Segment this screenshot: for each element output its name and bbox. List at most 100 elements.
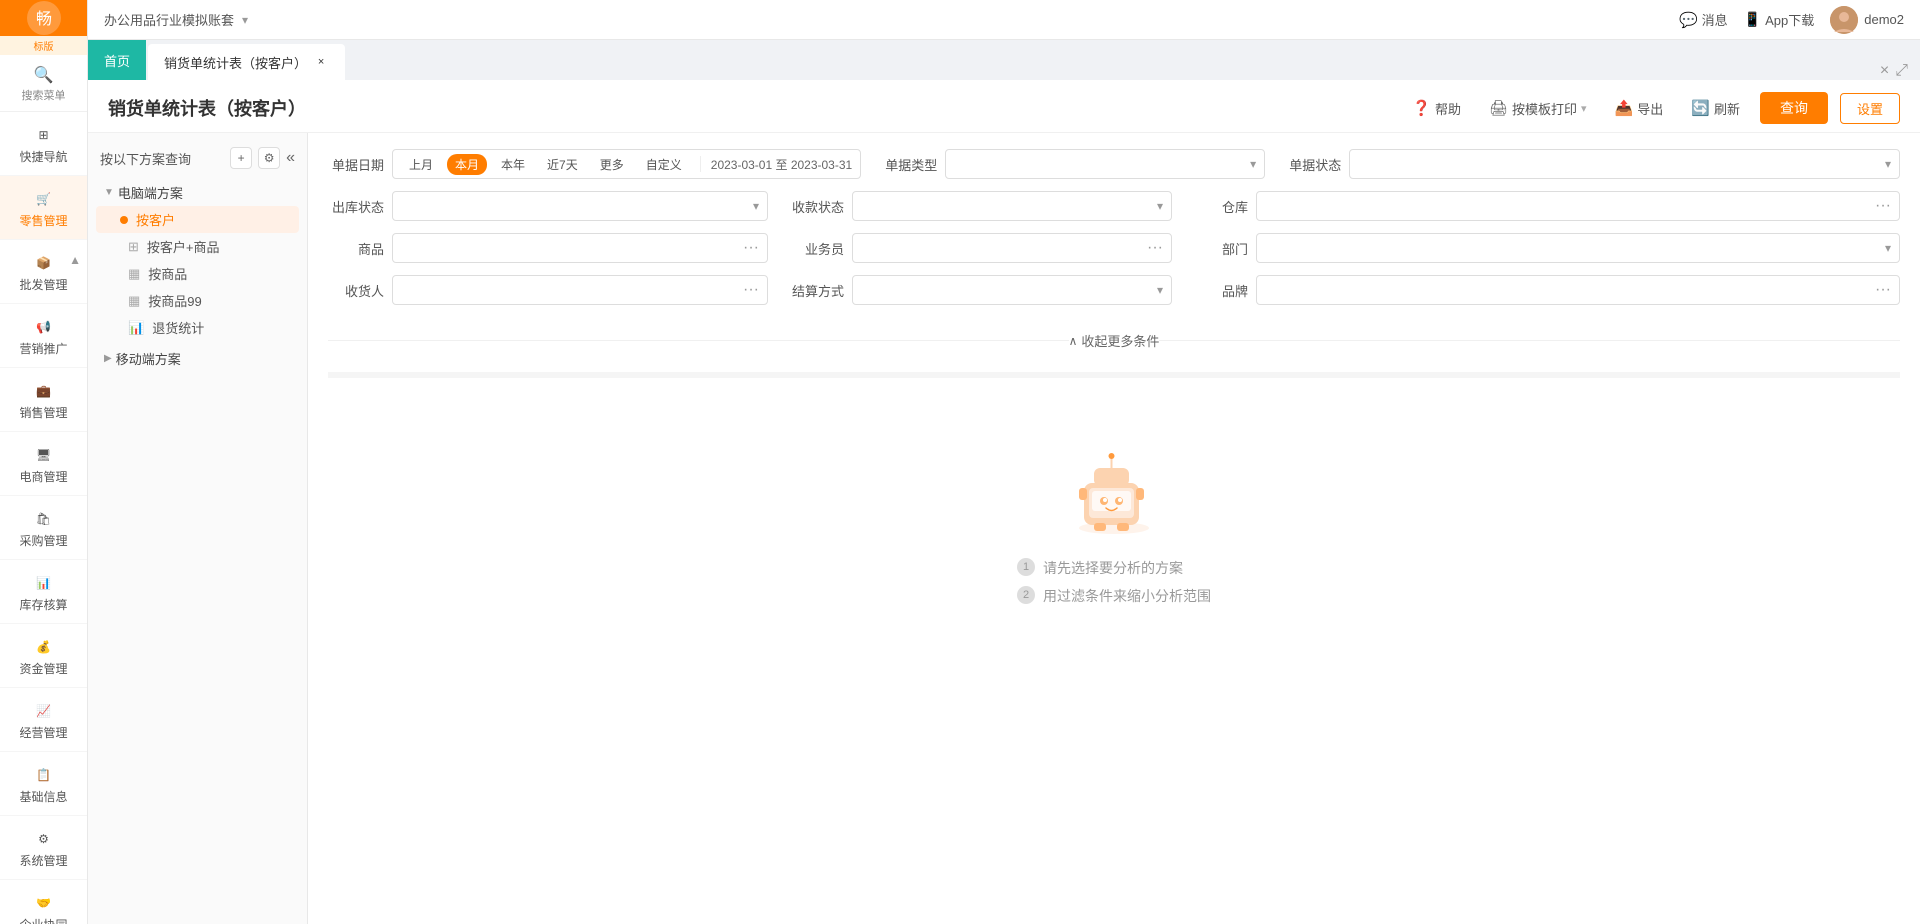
panel-title: 按以下方案查询 xyxy=(100,149,191,168)
collapse-arrow-icon: ▶ xyxy=(104,353,112,364)
marketing-icon: 📢 xyxy=(34,317,54,337)
panel-collapse-button[interactable]: « xyxy=(286,149,295,167)
message-action[interactable]: 💬 消息 xyxy=(1679,10,1728,29)
sidebar-item-label: 系统管理 xyxy=(19,852,67,869)
date-more[interactable]: 更多 xyxy=(592,154,632,175)
sidebar-item-retail[interactable]: 🛒 零售管理 xyxy=(0,176,87,240)
username-label: demo2 xyxy=(1864,12,1904,27)
order-type-label: 单据类型 xyxy=(881,155,937,174)
export-label: 导出 xyxy=(1637,99,1663,118)
page-content: 销货单统计表（按客户） ❓ 帮助 🖨 按模板打印 ▾ 📤 导出 🔄 刷新 xyxy=(88,80,1920,924)
avatar-img xyxy=(1830,6,1858,34)
product-more-icon[interactable]: ··· xyxy=(743,239,759,257)
sidebar-item-purchase[interactable]: 🛍 采购管理 xyxy=(0,496,87,560)
date-prev-month[interactable]: 上月 xyxy=(401,154,441,175)
order-status-control[interactable]: ▾ xyxy=(1349,149,1900,179)
date-range-text: 2023-03-01 至 2023-03-31 xyxy=(711,156,852,173)
warehouse-more-icon[interactable]: ··· xyxy=(1875,197,1891,215)
user-menu[interactable]: demo2 xyxy=(1830,6,1904,34)
sidebar-item-operations[interactable]: 📈 经营管理 xyxy=(0,688,87,752)
tree-item-by-product-99[interactable]: ▦ 按商品99 xyxy=(96,287,299,314)
department-label: 部门 xyxy=(1192,239,1248,258)
sidebar-item-basic[interactable]: 📋 基础信息 xyxy=(0,752,87,816)
sidebar-item-finance[interactable]: 💰 资金管理 xyxy=(0,624,87,688)
date-last-7-days[interactable]: 近7天 xyxy=(539,154,586,175)
download-icon: 📱 xyxy=(1744,11,1761,28)
app-sublabel: 标版 xyxy=(0,36,87,55)
tree-item-label: 按商品99 xyxy=(148,291,201,310)
tab-home[interactable]: 首页 xyxy=(88,40,146,80)
sidebar-item-quick-nav[interactable]: ⊞ 快捷导航 xyxy=(0,112,87,176)
date-filter-control[interactable]: 上月 本月 本年 近7天 更多 自定义 2023-03-01 至 2023-03… xyxy=(392,149,861,179)
header-dropdown-icon[interactable]: ▾ xyxy=(242,13,248,27)
tab-maximize[interactable]: ⤢ xyxy=(1895,62,1908,80)
sidebar-item-inventory[interactable]: 📊 库存核算 xyxy=(0,560,87,624)
warehouse-control[interactable]: ··· xyxy=(1256,191,1900,221)
collapse-chevron-up-icon: ∧ xyxy=(1069,334,1078,348)
tree-item-label: 按客户+商品 xyxy=(147,237,220,256)
receiver-control[interactable]: ··· xyxy=(392,275,768,305)
sidebar-item-label: 快捷导航 xyxy=(19,148,67,165)
avatar xyxy=(1830,6,1858,34)
date-filter-label: 单据日期 xyxy=(328,155,384,174)
product-control[interactable]: ··· xyxy=(392,233,768,263)
sidebar-item-sales[interactable]: 💼 销售管理 xyxy=(0,368,87,432)
tab-controls: × ⤢ xyxy=(1868,62,1920,80)
department-control[interactable]: ▾ xyxy=(1256,233,1900,263)
tab-close-button[interactable]: × xyxy=(313,54,329,70)
refresh-button[interactable]: 🔄 刷新 xyxy=(1683,95,1748,122)
date-this-year[interactable]: 本年 xyxy=(493,154,533,175)
tab-close-all[interactable]: × xyxy=(1880,62,1889,80)
sidebar-item-cooperation[interactable]: 🤝 企业协同 xyxy=(0,880,87,924)
sidebar-item-system[interactable]: ⚙ 系统管理 xyxy=(0,816,87,880)
date-this-month[interactable]: 本月 xyxy=(447,154,487,175)
collapse-button[interactable]: ∧ 收起更多条件 xyxy=(1069,323,1160,358)
date-custom[interactable]: 自定义 xyxy=(638,154,690,175)
settlement-control[interactable]: ▾ xyxy=(852,275,1172,305)
scheme-settings-button[interactable]: ⚙ xyxy=(258,147,280,169)
shipping-control[interactable]: ▾ xyxy=(392,191,768,221)
tree-group-mobile[interactable]: ▶ 移动端方案 xyxy=(96,345,299,372)
brand-control[interactable]: ··· xyxy=(1256,275,1900,305)
help-button[interactable]: ❓ 帮助 xyxy=(1404,95,1469,122)
sidebar-item-ecommerce[interactable]: 🖥 电商管理 xyxy=(0,432,87,496)
divider-left xyxy=(328,340,1069,341)
filter-row-2: 出库状态 ▾ 收款状态 ▾ xyxy=(328,191,1900,221)
sidebar: 畅 标版 🔍 搜索菜单 ⊞ 快捷导航 🛒 零售管理 📦 批发管理 ▲ 📢 营销推… xyxy=(0,0,88,924)
sidebar-item-label: 营销推广 xyxy=(19,340,67,357)
inventory-icon: 📊 xyxy=(34,573,54,593)
search-menu[interactable]: 🔍 搜索菜单 xyxy=(0,55,87,112)
receiver-more-icon[interactable]: ··· xyxy=(743,281,759,299)
tab-bar: 首页 销货单统计表（按客户） × × ⤢ xyxy=(88,40,1920,80)
print-button[interactable]: 🖨 按模板打印 ▾ xyxy=(1481,95,1595,122)
table-icon: ▦ xyxy=(128,266,140,282)
empty-state: 1 请先选择要分析的方案 2 用过滤条件来缩小分析范围 xyxy=(328,378,1900,666)
header-right: 💬 消息 📱 App下载 demo2 xyxy=(1679,6,1904,34)
tree-item-by-customer-product[interactable]: ⊞ 按客户+商品 xyxy=(96,233,299,260)
tree-item-return-stats[interactable]: 📊 退货统计 xyxy=(96,314,299,341)
app-download-action[interactable]: 📱 App下载 xyxy=(1744,10,1815,29)
expand-arrow-icon: ▼ xyxy=(104,187,114,198)
tree-item-by-product[interactable]: ▦ 按商品 xyxy=(96,260,299,287)
tree-item-by-customer[interactable]: 按客户 xyxy=(96,206,299,233)
payment-control[interactable]: ▾ xyxy=(852,191,1172,221)
home-tab-label: 首页 xyxy=(104,51,130,70)
settings-button[interactable]: 设置 xyxy=(1840,93,1900,124)
salesperson-more-icon[interactable]: ··· xyxy=(1147,239,1163,257)
tree-group-desktop[interactable]: ▼ 电脑端方案 xyxy=(96,179,299,206)
order-type-control[interactable]: ▾ xyxy=(945,149,1265,179)
add-scheme-button[interactable]: + xyxy=(230,147,252,169)
filter-salesperson: 业务员 ··· xyxy=(788,233,1172,263)
sidebar-item-wholesale[interactable]: 📦 批发管理 ▲ xyxy=(0,240,87,304)
tab-active[interactable]: 销货单统计表（按客户） × xyxy=(148,44,345,80)
department-chevron-icon: ▾ xyxy=(1885,241,1891,255)
brand-more-icon[interactable]: ··· xyxy=(1875,281,1891,299)
sidebar-item-marketing[interactable]: 📢 营销推广 xyxy=(0,304,87,368)
filter-receiver: 收货人 ··· xyxy=(328,275,768,305)
export-button[interactable]: 📤 导出 xyxy=(1607,95,1672,122)
retail-icon: 🛒 xyxy=(34,189,54,209)
divider xyxy=(700,156,701,172)
salesperson-control[interactable]: ··· xyxy=(852,233,1172,263)
query-button[interactable]: 查询 xyxy=(1760,92,1828,124)
filter-warehouse: 仓库 ··· xyxy=(1192,191,1900,221)
